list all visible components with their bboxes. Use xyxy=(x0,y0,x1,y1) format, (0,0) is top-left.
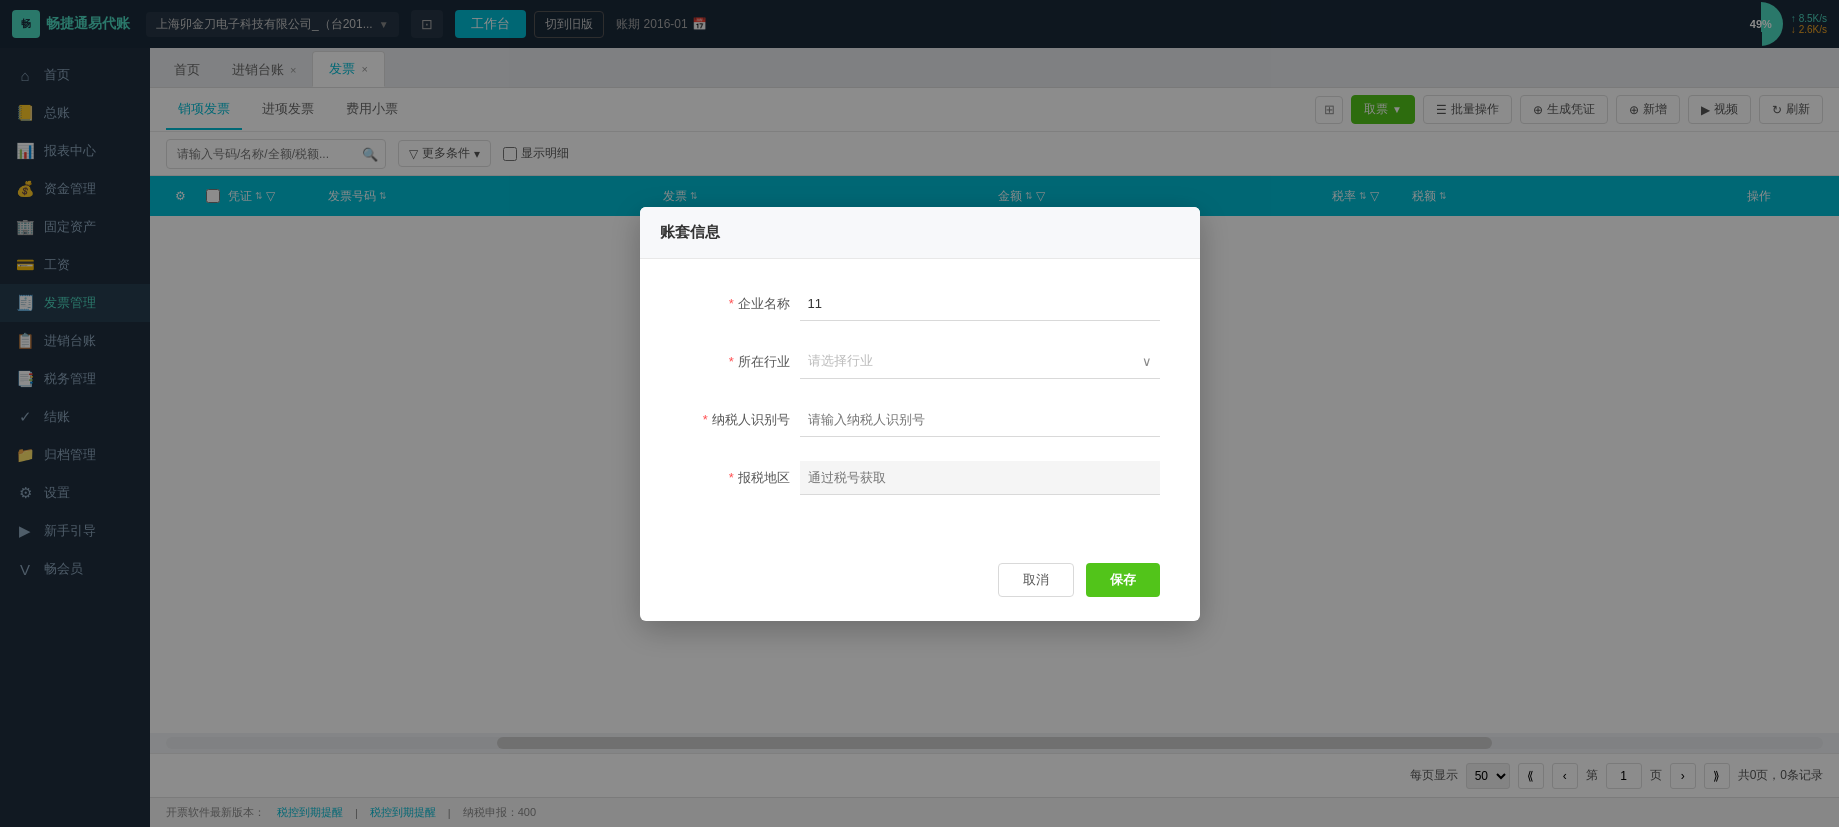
company-name-input[interactable] xyxy=(800,287,1160,321)
save-button[interactable]: 保存 xyxy=(1086,563,1160,597)
tax-region-input xyxy=(800,461,1160,495)
modal-title: 账套信息 xyxy=(660,223,720,240)
modal-footer: 取消 保存 xyxy=(640,547,1200,621)
modal-body: * 企业名称 * 所在行业 请选择行业 ∨ * xyxy=(640,259,1200,547)
company-name-row: * 企业名称 xyxy=(680,287,1160,321)
industry-label: * 所在行业 xyxy=(680,353,800,371)
industry-select[interactable]: 请选择行业 ∨ xyxy=(800,345,1160,379)
tax-region-label: * 报税地区 xyxy=(680,469,800,487)
modal-header: 账套信息 xyxy=(640,207,1200,259)
account-info-modal: 账套信息 * 企业名称 * 所在行业 请选择行业 ∨ xyxy=(640,207,1200,621)
taxpayer-id-row: * 纳税人识别号 xyxy=(680,403,1160,437)
taxpayer-id-input[interactable] xyxy=(800,403,1160,437)
company-name-label: * 企业名称 xyxy=(680,295,800,313)
tax-region-row: * 报税地区 xyxy=(680,461,1160,495)
industry-row: * 所在行业 请选择行业 ∨ xyxy=(680,345,1160,379)
modal-overlay: 账套信息 * 企业名称 * 所在行业 请选择行业 ∨ xyxy=(0,0,1839,827)
industry-placeholder: 请选择行业 xyxy=(808,352,873,370)
taxpayer-id-label: * 纳税人识别号 xyxy=(680,411,800,429)
cancel-button[interactable]: 取消 xyxy=(998,563,1074,597)
industry-dropdown-icon: ∨ xyxy=(1142,354,1152,369)
